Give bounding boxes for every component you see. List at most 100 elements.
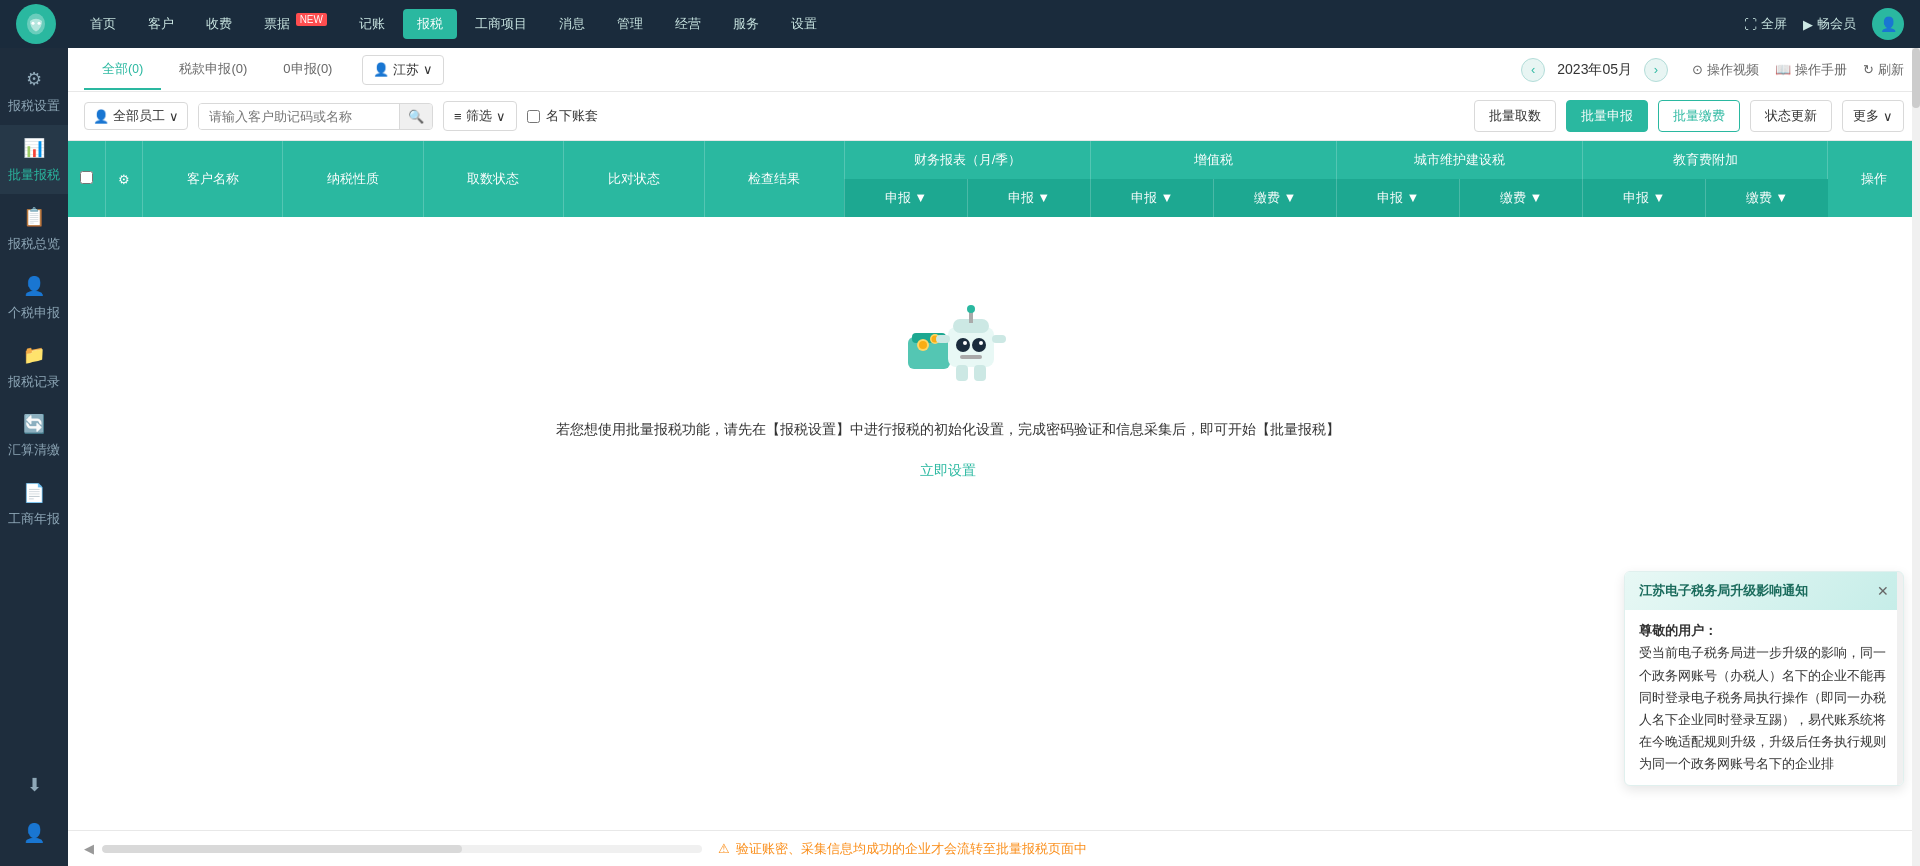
sidebar-item-personal-tax[interactable]: 👤 个税申报: [0, 263, 68, 332]
nav-fee[interactable]: 收费: [192, 9, 246, 39]
accounts-checkbox[interactable]: [527, 110, 540, 123]
batch-fetch-button[interactable]: 批量取数: [1474, 100, 1556, 132]
warning-icon: ⚠: [718, 841, 730, 856]
app-logo[interactable]: [16, 4, 56, 44]
top-right-actions: ⛶ 全屏 ▶ 畅会员 👤: [1744, 8, 1904, 40]
batch-declare-button[interactable]: 批量申报: [1566, 100, 1648, 132]
filter-chevron: ∨: [496, 109, 506, 124]
sidebar: ⚙ 报税设置 📊 批量报税 📋 报税总览 👤 个税申报 📁 报税记录 🔄 汇算清…: [0, 48, 68, 866]
download-icon: ⬇: [20, 772, 48, 800]
accounts-checkbox-label[interactable]: 名下账套: [527, 107, 598, 125]
tax-records-icon: 📁: [20, 342, 48, 370]
right-actions: ⊙ 操作视频 📖 操作手册 ↻ 刷新: [1692, 61, 1904, 79]
nav-bookkeeping[interactable]: 记账: [345, 9, 399, 39]
th-compare-status: 比对状态: [564, 141, 704, 217]
tab-tax-declare[interactable]: 税款申报(0): [161, 50, 265, 90]
employee-icon: 👤: [93, 109, 109, 124]
svg-point-1: [32, 22, 35, 25]
sidebar-item-tax-records[interactable]: 📁 报税记录: [0, 332, 68, 401]
sidebar-item-batch-tax[interactable]: 📊 批量报税: [0, 125, 68, 194]
video-link[interactable]: ⊙ 操作视频: [1692, 61, 1759, 79]
th-checkbox: [68, 141, 106, 217]
manual-link[interactable]: 📖 操作手册: [1775, 61, 1847, 79]
annual-report-icon: 📄: [20, 479, 48, 507]
nav-customer[interactable]: 客户: [134, 9, 188, 39]
tab-zero-declare[interactable]: 0申报(0): [265, 50, 350, 90]
settlement-icon: 🔄: [20, 410, 48, 438]
empty-state: 若您想使用批量报税功能，请先在【报税设置】中进行报税的初始化设置，完成密码验证和…: [68, 217, 1828, 540]
notification-body: 尊敬的用户： 受当前电子税务局进一步升级的影响，同一个政务网账号（办税人）名下的…: [1625, 610, 1903, 785]
th-vat-declare: 申报 ▼: [1091, 179, 1214, 217]
svg-point-13: [963, 341, 967, 345]
th-financial-declare: 申报 ▼: [844, 179, 967, 217]
nav-home[interactable]: 首页: [76, 9, 130, 39]
search-button[interactable]: 🔍: [399, 104, 432, 129]
footer-warning: ⚠ 验证账密、采集信息均成功的企业才会流转至批量报税页面中: [718, 840, 1087, 858]
page-scrollbar[interactable]: [1912, 48, 1920, 866]
region-icon: 👤: [373, 62, 389, 77]
region-selector[interactable]: 👤 江苏 ∨: [362, 55, 444, 85]
empty-message: 若您想使用批量报税功能，请先在【报税设置】中进行报税的初始化设置，完成密码验证和…: [556, 417, 1340, 442]
svg-point-6: [919, 341, 927, 349]
nav-business[interactable]: 工商项目: [461, 9, 541, 39]
notification-scrollbar[interactable]: [1897, 572, 1903, 785]
nav-settings[interactable]: 设置: [777, 9, 831, 39]
svg-point-12: [972, 338, 986, 352]
tab-all[interactable]: 全部(0): [84, 50, 161, 90]
member-icon: ▶: [1803, 17, 1813, 32]
nav-service[interactable]: 服务: [719, 9, 773, 39]
notification-close-button[interactable]: ✕: [1877, 583, 1889, 599]
prev-month-button[interactable]: ‹: [1521, 58, 1545, 82]
scroll-left-arrow[interactable]: ◀: [84, 841, 94, 856]
sidebar-item-tax-overview[interactable]: 📋 报税总览: [0, 194, 68, 263]
employee-select[interactable]: 👤 全部员工 ∨: [84, 102, 188, 130]
select-all-checkbox[interactable]: [80, 171, 93, 184]
batch-pay-button[interactable]: 批量缴费: [1658, 100, 1740, 132]
svg-point-17: [967, 305, 975, 313]
status-update-button[interactable]: 状态更新: [1750, 100, 1832, 132]
svg-rect-21: [974, 365, 986, 381]
top-navigation: 首页 客户 收费 票据 NEW 记账 报税 工商项目 消息 管理 经营 服务 设…: [0, 0, 1920, 48]
tax-overview-icon: 📋: [20, 204, 48, 232]
th-urban-pay: 缴费 ▼: [1460, 179, 1583, 217]
nav-operations[interactable]: 经营: [661, 9, 715, 39]
th-gear: ⚙: [106, 141, 143, 217]
setup-link[interactable]: 立即设置: [920, 462, 976, 480]
nav-items: 首页 客户 收费 票据 NEW 记账 报税 工商项目 消息 管理 经营 服务 设…: [76, 8, 1744, 39]
sidebar-bottom: ⬇ 👤: [0, 762, 68, 858]
notification-title: 江苏电子税务局升级影响通知: [1639, 582, 1808, 600]
date-navigation: ‹ 2023年05月 ›: [1521, 58, 1668, 82]
tabs-bar: 全部(0) 税款申报(0) 0申报(0) 👤 江苏 ∨ ‹ 2023年05月 ›…: [68, 48, 1920, 92]
th-financial-report: 财务报表（月/季）: [844, 141, 1090, 179]
th-operation: 操作: [1828, 141, 1920, 217]
nav-management[interactable]: 管理: [603, 9, 657, 39]
batch-tax-icon: 📊: [20, 135, 48, 163]
search-input[interactable]: [199, 104, 399, 129]
th-vat: 增值税: [1091, 141, 1337, 179]
more-button[interactable]: 更多 ∨: [1842, 100, 1904, 132]
sidebar-download[interactable]: ⬇: [0, 762, 68, 810]
member-button[interactable]: ▶ 畅会员: [1803, 15, 1856, 33]
nav-ticket[interactable]: 票据 NEW: [250, 8, 341, 39]
sidebar-user[interactable]: 👤: [0, 810, 68, 858]
svg-rect-20: [956, 365, 968, 381]
next-month-button[interactable]: ›: [1644, 58, 1668, 82]
tax-settings-icon: ⚙: [20, 66, 48, 94]
refresh-button[interactable]: ↻ 刷新: [1863, 61, 1904, 79]
sidebar-item-annual-report[interactable]: 📄 工商年报: [0, 469, 68, 538]
filter-button[interactable]: ≡ 筛选 ∨: [443, 101, 517, 131]
sidebar-item-settlement[interactable]: 🔄 汇算清缴: [0, 400, 68, 469]
nav-message[interactable]: 消息: [545, 9, 599, 39]
fullscreen-button[interactable]: ⛶ 全屏: [1744, 15, 1787, 33]
avatar[interactable]: 👤: [1872, 8, 1904, 40]
search-wrap: 🔍: [198, 103, 433, 130]
user-icon: 👤: [20, 820, 48, 848]
horizontal-scrollbar[interactable]: [102, 845, 702, 853]
sidebar-item-tax-settings[interactable]: ⚙ 报税设置: [0, 56, 68, 125]
chevron-down-icon: ∨: [423, 62, 433, 77]
th-edu-declare: 申报 ▼: [1583, 179, 1706, 217]
th-fetch-status: 取数状态: [423, 141, 563, 217]
nav-tax[interactable]: 报税: [403, 9, 457, 39]
th-check-result: 检查结果: [704, 141, 844, 217]
fullscreen-icon: ⛶: [1744, 17, 1757, 32]
